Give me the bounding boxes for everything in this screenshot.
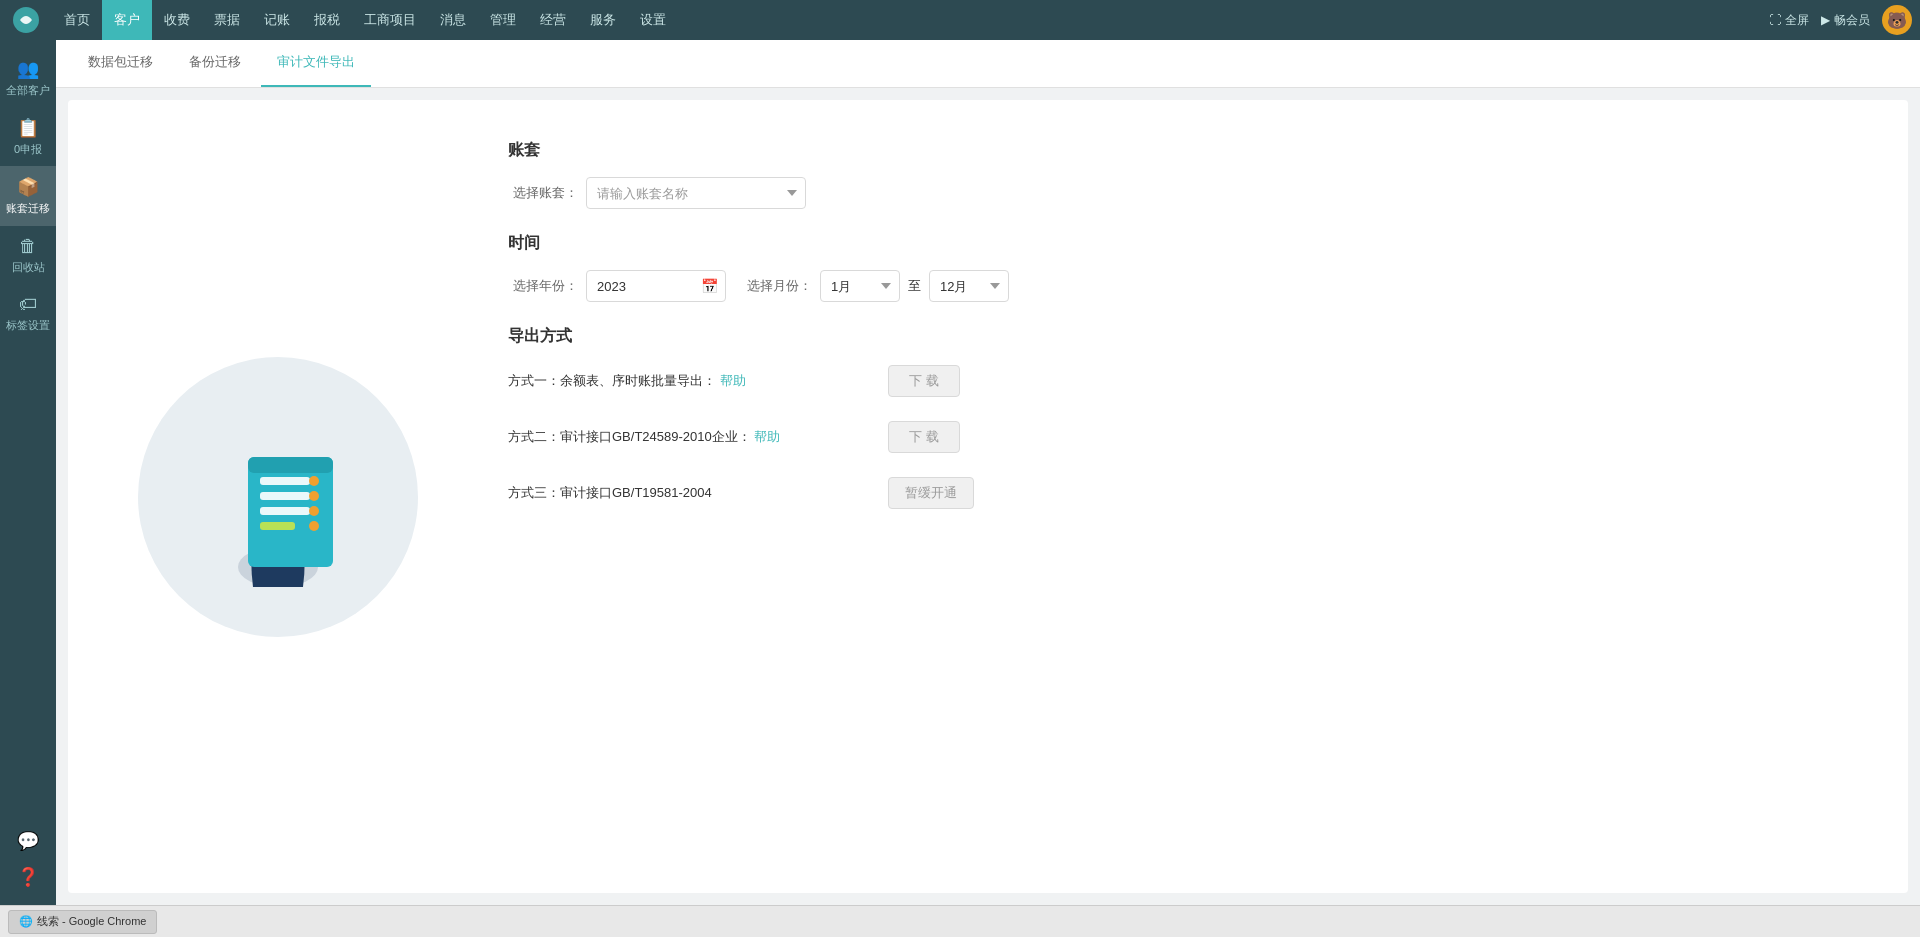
month-start-select[interactable]: 1月 2月 3月 4月 5月 6月 7月 8月 9月 10月 11月 12月	[820, 270, 900, 302]
export-method-3-label: 方式三：审计接口GB/T19581-2004	[508, 484, 888, 502]
export-method-1-row: 方式一：余额表、序时账批量导出： 帮助 下 载	[508, 363, 1848, 399]
zero-declaration-icon: 📋	[17, 117, 39, 139]
nav-home[interactable]: 首页	[52, 0, 102, 40]
method-2-download-button[interactable]: 下 载	[888, 421, 960, 453]
sidebar-item-recycle[interactable]: 🗑 回收站	[0, 226, 56, 284]
form-area: 账套 选择账套： 请输入账套名称 时间 选择年份： 📅 选择月份：	[488, 100, 1908, 893]
illustration-area	[68, 100, 488, 893]
account-select[interactable]: 请输入账套名称	[586, 177, 806, 209]
svg-point-13	[309, 506, 319, 516]
method-3-text: 方式三：审计接口GB/T19581-2004	[508, 485, 712, 500]
taskbar-item-label: 线索 - Google Chrome	[37, 914, 146, 929]
chrome-icon: 🌐	[19, 915, 33, 928]
time-section-title: 时间	[508, 233, 1848, 254]
nav-manage[interactable]: 管理	[478, 0, 528, 40]
chat-icon[interactable]: 💬	[12, 825, 44, 857]
illustration-circle	[138, 357, 418, 637]
svg-point-12	[309, 491, 319, 501]
method-1-text: 方式一：余额表、序时账批量导出：	[508, 373, 716, 388]
method-1-help-link[interactable]: 帮助	[720, 373, 746, 388]
tab-backup-migration[interactable]: 备份迁移	[173, 40, 257, 87]
account-select-row: 选择账套： 请输入账套名称	[508, 177, 1848, 209]
nav-message[interactable]: 消息	[428, 0, 478, 40]
sidebar-item-zero-declaration[interactable]: 📋 0申报	[0, 107, 56, 166]
main-layout: 👥 全部客户 📋 0申报 📦 账套迁移 🗑 回收站 🏷 标签设置 💬 ❓ 数据包…	[0, 40, 1920, 905]
account-select-label: 选择账套：	[508, 184, 578, 202]
illustration-svg	[188, 397, 368, 597]
help-icon[interactable]: ❓	[12, 861, 44, 893]
account-section-title: 账套	[508, 140, 1848, 161]
nav-service[interactable]: 服务	[578, 0, 628, 40]
sidebar-item-tag-label: 标签设置	[6, 319, 50, 332]
top-nav: 首页 客户 收费 票据 记账 报税 工商项目 消息 管理 经营 服务 设置 ⛶ …	[0, 0, 1920, 40]
fullscreen-label: 全屏	[1785, 12, 1809, 29]
nav-invoice[interactable]: 票据	[202, 0, 252, 40]
year-input-wrapper: 📅	[586, 270, 726, 302]
content-area: 数据包迁移 备份迁移 审计文件导出	[56, 40, 1920, 905]
sidebar-item-recycle-label: 回收站	[12, 261, 45, 274]
vip-button[interactable]: ▶ 畅会员	[1821, 12, 1870, 29]
sidebar-item-migration-label: 账套迁移	[6, 202, 50, 215]
svg-rect-15	[248, 457, 333, 473]
method-2-text: 方式二：审计接口GB/T24589-2010企业：	[508, 429, 751, 444]
svg-point-14	[309, 521, 319, 531]
method-3-open-soon-button[interactable]: 暂缓开通	[888, 477, 974, 509]
nav-customer[interactable]: 客户	[102, 0, 152, 40]
nav-business[interactable]: 工商项目	[352, 0, 428, 40]
sidebar: 👥 全部客户 📋 0申报 📦 账套迁移 🗑 回收站 🏷 标签设置 💬 ❓	[0, 40, 56, 905]
export-section-title: 导出方式	[508, 326, 1848, 347]
taskbar: 🌐 线索 - Google Chrome	[0, 905, 1920, 937]
app-logo	[8, 2, 44, 38]
nav-accounting[interactable]: 记账	[252, 0, 302, 40]
user-avatar[interactable]: 🐻	[1882, 5, 1912, 35]
nav-fee[interactable]: 收费	[152, 0, 202, 40]
vip-icon: ▶	[1821, 13, 1830, 27]
nav-items: 首页 客户 收费 票据 记账 报税 工商项目 消息 管理 经营 服务 设置	[52, 0, 1769, 40]
export-method-1-label: 方式一：余额表、序时账批量导出： 帮助	[508, 372, 888, 390]
month-label: 选择月份：	[742, 277, 812, 295]
fullscreen-icon: ⛶	[1769, 13, 1781, 27]
nav-right: ⛶ 全屏 ▶ 畅会员 🐻	[1769, 5, 1912, 35]
sidebar-item-all-customers[interactable]: 👥 全部客户	[0, 48, 56, 107]
tabs-bar: 数据包迁移 备份迁移 审计文件导出	[56, 40, 1920, 88]
tab-audit-export[interactable]: 审计文件导出	[261, 40, 371, 87]
nav-settings[interactable]: 设置	[628, 0, 678, 40]
method-1-download-button[interactable]: 下 载	[888, 365, 960, 397]
time-separator: 至	[908, 277, 921, 295]
export-method-3-row: 方式三：审计接口GB/T19581-2004 暂缓开通	[508, 475, 1848, 511]
taskbar-chrome-item[interactable]: 🌐 线索 - Google Chrome	[8, 910, 157, 934]
svg-rect-10	[260, 522, 295, 530]
sidebar-bottom: 💬 ❓	[12, 825, 44, 905]
year-input[interactable]	[586, 270, 726, 302]
nav-operation[interactable]: 经营	[528, 0, 578, 40]
page-content: 账套 选择账套： 请输入账套名称 时间 选择年份： 📅 选择月份：	[68, 100, 1908, 893]
sidebar-item-account-migration[interactable]: 📦 账套迁移	[0, 166, 56, 225]
sidebar-item-all-customers-label: 全部客户	[6, 84, 50, 97]
tab-data-package-migration[interactable]: 数据包迁移	[72, 40, 169, 87]
fullscreen-button[interactable]: ⛶ 全屏	[1769, 12, 1809, 29]
vip-label: 畅会员	[1834, 12, 1870, 29]
nav-tax[interactable]: 报税	[302, 0, 352, 40]
export-method-2-label: 方式二：审计接口GB/T24589-2010企业： 帮助	[508, 428, 888, 446]
year-label: 选择年份：	[508, 277, 578, 295]
recycle-icon: 🗑	[19, 236, 37, 257]
sidebar-item-tag-settings[interactable]: 🏷 标签设置	[0, 284, 56, 342]
all-customers-icon: 👥	[17, 58, 39, 80]
account-migration-icon: 📦	[17, 176, 39, 198]
method-2-help-link[interactable]: 帮助	[754, 429, 780, 444]
export-method-2-row: 方式二：审计接口GB/T24589-2010企业： 帮助 下 载	[508, 419, 1848, 455]
tag-settings-icon: 🏷	[19, 294, 37, 315]
svg-rect-8	[260, 492, 310, 500]
month-end-select[interactable]: 1月 2月 3月 4月 5月 6月 7月 8月 9月 10月 11月 12月	[929, 270, 1009, 302]
svg-rect-7	[260, 477, 310, 485]
svg-rect-9	[260, 507, 310, 515]
sidebar-item-zero-label: 0申报	[14, 143, 42, 156]
time-select-row: 选择年份： 📅 选择月份： 1月 2月 3月 4月 5月 6月 7月	[508, 270, 1848, 302]
svg-point-11	[309, 476, 319, 486]
